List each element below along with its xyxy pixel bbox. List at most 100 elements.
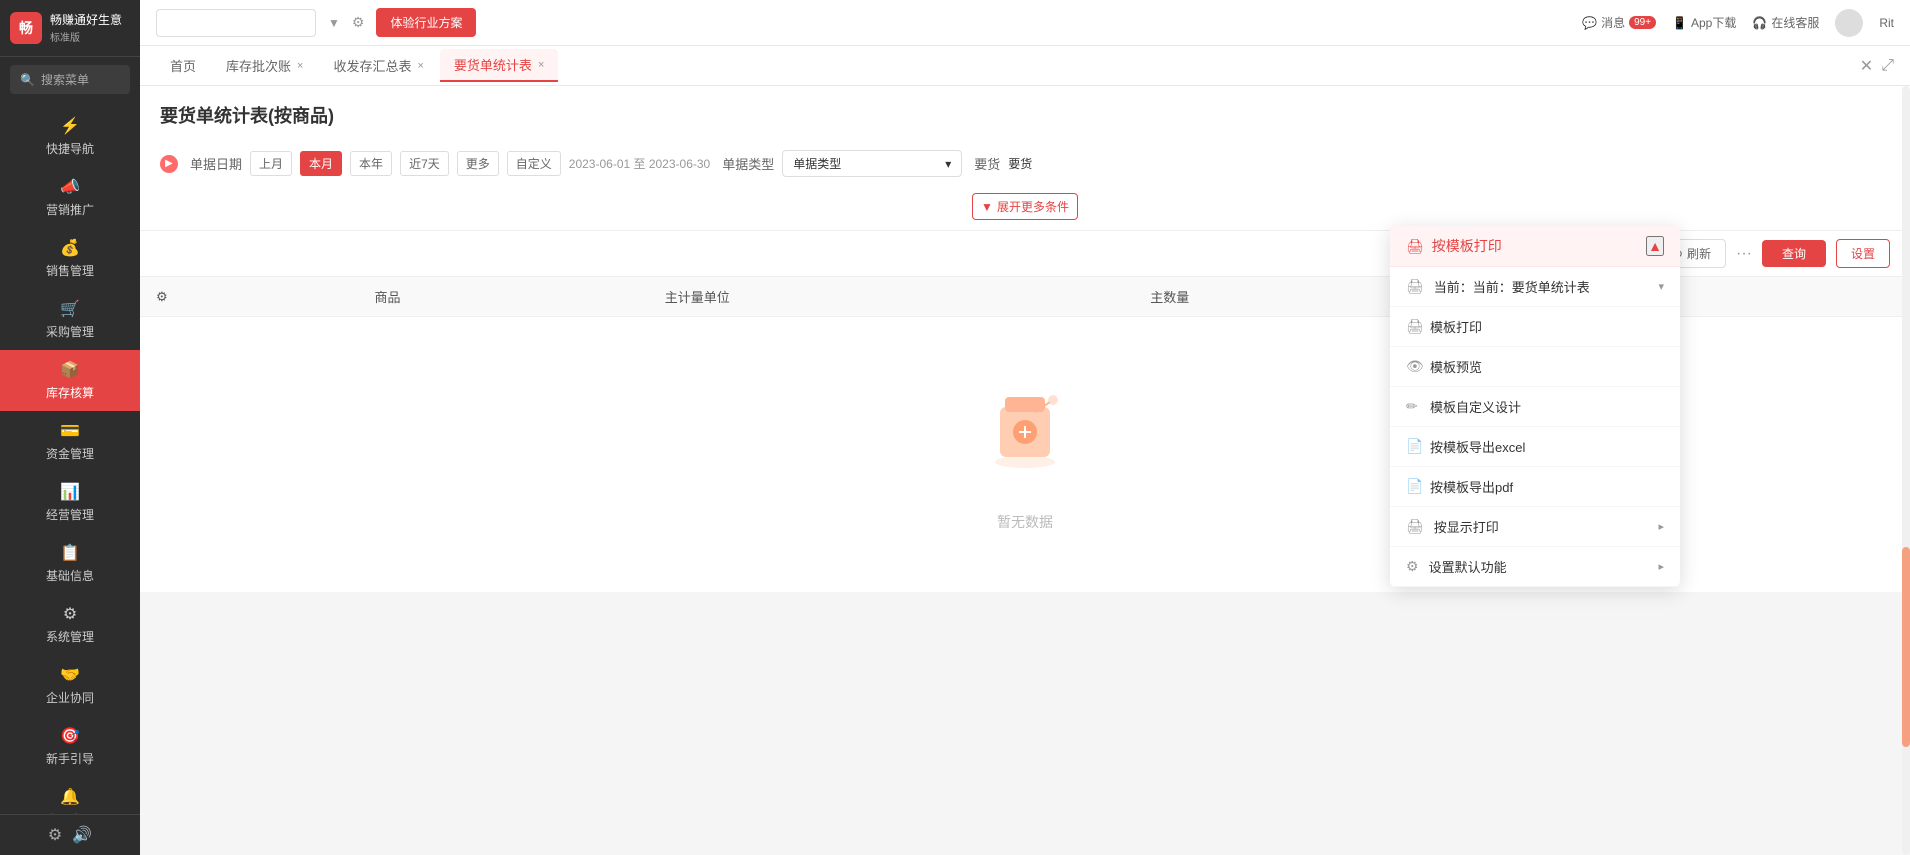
tab-collect-summary[interactable]: 收发存汇总表 × <box>319 50 437 81</box>
search-menu-button[interactable]: 🔍 搜索菜单 <box>10 65 130 94</box>
current-template-item[interactable]: 🖨 当前：当前：要货单统计表 ▾ <box>1390 267 1680 307</box>
expand-arrow-btn[interactable]: ▶ <box>160 155 178 173</box>
type-filter-value: 单据类型 <box>793 155 841 172</box>
query-btn[interactable]: 查询 <box>1762 240 1826 267</box>
sound-icon[interactable]: 🔊 <box>72 825 92 845</box>
template-custom-icon: ✏ <box>1406 398 1418 415</box>
template-custom-item[interactable]: ✏ 模板自定义设计 <box>1390 387 1680 427</box>
sidebar-item-label: 销售管理 <box>46 262 94 279</box>
display-print-label: 按显示打印 <box>1434 517 1499 536</box>
tab-order-stats-close[interactable]: × <box>538 59 544 71</box>
messages-item[interactable]: 💬 消息 99+ <box>1582 14 1656 31</box>
message-icon: 💬 <box>1582 16 1597 30</box>
template-excel-item[interactable]: 📄 按模板导出excel <box>1390 427 1680 467</box>
date-filter-label: 单据日期 <box>190 154 242 173</box>
default-func-item[interactable]: ⚙ 设置默认功能 ▸ <box>1390 547 1680 587</box>
search-menu-label: 搜索菜单 <box>41 71 89 88</box>
sidebar-item-label: 企业协同 <box>46 689 94 706</box>
sidebar-item-quick-nav[interactable]: ⚡ 快捷导航 <box>0 106 140 167</box>
sidebar-item-label: 快捷导航 <box>46 140 94 157</box>
logo-icon: 畅 <box>10 12 42 44</box>
sidebar-item-finance[interactable]: 💳 资金管理 <box>0 411 140 472</box>
sidebar-item-basic[interactable]: 📋 基础信息 <box>0 533 140 594</box>
tab-batch-account-close[interactable]: × <box>297 60 303 72</box>
sidebar-item-marketing[interactable]: 📣 营销推广 <box>0 167 140 228</box>
topbar-right: 💬 消息 99+ 📱 App下载 🎧 在线客服 Rit <box>1582 9 1894 37</box>
template-print-item[interactable]: 🖨 模板打印 <box>1390 307 1680 347</box>
right-scrollbar[interactable] <box>1902 86 1910 855</box>
empty-text: 暂无数据 <box>997 512 1053 532</box>
sidebar-item-appstore[interactable]: 🔔 应用中心 <box>0 777 140 814</box>
sidebar-item-system[interactable]: ⚙ 系统管理 <box>0 594 140 655</box>
app-download-item[interactable]: 📱 App下载 <box>1672 14 1736 31</box>
refresh-btn-label: 刷新 <box>1687 245 1711 262</box>
tab-order-stats[interactable]: 要货单统计表 × <box>440 49 558 82</box>
topbar-dropdown-btn[interactable]: ▼ <box>328 16 340 30</box>
date-filter-section: 单据日期 上月 本月 本年 近7天 更多 自定义 2023-06-01 至 20… <box>190 151 710 176</box>
sidebar-item-sales[interactable]: 💰 销售管理 <box>0 228 140 289</box>
tab-home[interactable]: 首页 <box>156 50 210 81</box>
sidebar-item-label: 系统管理 <box>46 628 94 645</box>
sidebar-item-purchase[interactable]: 🛒 采购管理 <box>0 289 140 350</box>
type-filter-select[interactable]: 单据类型 ▾ <box>782 150 962 177</box>
tab-batch-account[interactable]: 库存批次账 × <box>212 50 317 81</box>
appstore-icon: 🔔 <box>60 787 80 807</box>
settings-bottom-icon[interactable]: ⚙ <box>48 825 62 845</box>
sidebar-item-label: 采购管理 <box>46 323 94 340</box>
expand-more-btn[interactable]: ▼ 展开更多条件 <box>972 193 1078 220</box>
date-btn-more[interactable]: 更多 <box>457 151 499 176</box>
sidebar-item-inventory[interactable]: 📦 库存核算 <box>0 350 140 411</box>
date-btn-7days[interactable]: 近7天 <box>400 151 449 176</box>
main-content: ▼ ⚙ 体验行业方案 💬 消息 99+ 📱 App下载 🎧 在线客服 Rit 首… <box>140 0 1910 855</box>
default-func-arrow: ▸ <box>1658 560 1664 573</box>
basic-icon: 📋 <box>60 543 80 563</box>
display-print-item[interactable]: 🖨 按显示打印 ▸ <box>1390 507 1680 547</box>
page-header: 要货单统计表(按商品) <box>140 86 1910 140</box>
tab-collect-summary-close[interactable]: × <box>417 60 423 72</box>
th-unit: 主计量单位 <box>649 277 1134 317</box>
template-preview-item[interactable]: 👁 模板预览 <box>1390 347 1680 387</box>
topbar-search-input[interactable] <box>156 9 316 37</box>
th-settings[interactable]: ⚙ <box>140 277 358 317</box>
current-template-label: 当前：当前：要货单统计表 <box>1434 277 1590 296</box>
empty-illustration <box>975 377 1075 496</box>
collab-icon: 🤝 <box>60 665 80 685</box>
sidebar-item-label: 库存核算 <box>46 384 94 401</box>
tab-window-close[interactable]: ✕ <box>1860 56 1873 76</box>
topbar-gear-icon[interactable]: ⚙ <box>352 14 365 31</box>
tab-window-expand[interactable]: ⤢ <box>1881 57 1894 75</box>
system-icon: ⚙ <box>63 604 77 624</box>
sidebar-item-label: 基础信息 <box>46 567 94 584</box>
logo-text-group: 畅赚通好生意 标准版 <box>50 12 122 44</box>
print-dropdown: 🖨 按模板打印 ▲ 🖨 当前：当前：要货单统计表 ▾ 🖨 模板打印 👁 模板预览 <box>1390 226 1680 587</box>
template-excel-label: 按模板导出excel <box>1430 437 1525 456</box>
date-btn-last-month[interactable]: 上月 <box>250 151 292 176</box>
date-btn-this-month[interactable]: 本月 <box>300 151 342 176</box>
goods-type-label: 要货 <box>974 154 1000 173</box>
default-func-icon: ⚙ <box>1406 558 1419 575</box>
sidebar-item-operation[interactable]: 📊 经营管理 <box>0 472 140 533</box>
current-template-arrow: ▾ <box>1658 280 1664 293</box>
more-options-btn[interactable]: ··· <box>1736 245 1752 263</box>
sidebar-nav: ⚡ 快捷导航 📣 营销推广 💰 销售管理 🛒 采购管理 📦 库存核算 💳 资金管… <box>0 102 140 814</box>
template-pdf-icon: 📄 <box>1406 478 1423 495</box>
quick-nav-icon: ⚡ <box>60 116 80 136</box>
user-avatar[interactable] <box>1835 9 1863 37</box>
online-service-item[interactable]: 🎧 在线客服 <box>1752 14 1819 31</box>
display-print-icon: 🖨 <box>1406 518 1424 535</box>
date-btn-this-year[interactable]: 本年 <box>350 151 392 176</box>
template-pdf-label: 按模板导出pdf <box>1430 477 1513 496</box>
settings-btn[interactable]: 设置 <box>1836 239 1890 268</box>
sidebar-item-label: 新手引导 <box>46 750 94 767</box>
template-pdf-item[interactable]: 📄 按模板导出pdf <box>1390 467 1680 507</box>
print-dropdown-close-btn[interactable]: ▲ <box>1646 236 1664 256</box>
default-func-label: 设置默认功能 <box>1429 557 1507 576</box>
search-icon: 🔍 <box>20 73 35 87</box>
date-btn-custom[interactable]: 自定义 <box>507 151 561 176</box>
sidebar-item-guide[interactable]: 🎯 新手引导 <box>0 716 140 777</box>
tab-home-label: 首页 <box>170 56 196 75</box>
sidebar-logo: 畅 畅赚通好生意 标准版 <box>0 0 140 57</box>
display-print-left: 🖨 按显示打印 <box>1406 517 1499 536</box>
sidebar-item-collab[interactable]: 🤝 企业协同 <box>0 655 140 716</box>
trial-btn[interactable]: 体验行业方案 <box>376 8 476 37</box>
